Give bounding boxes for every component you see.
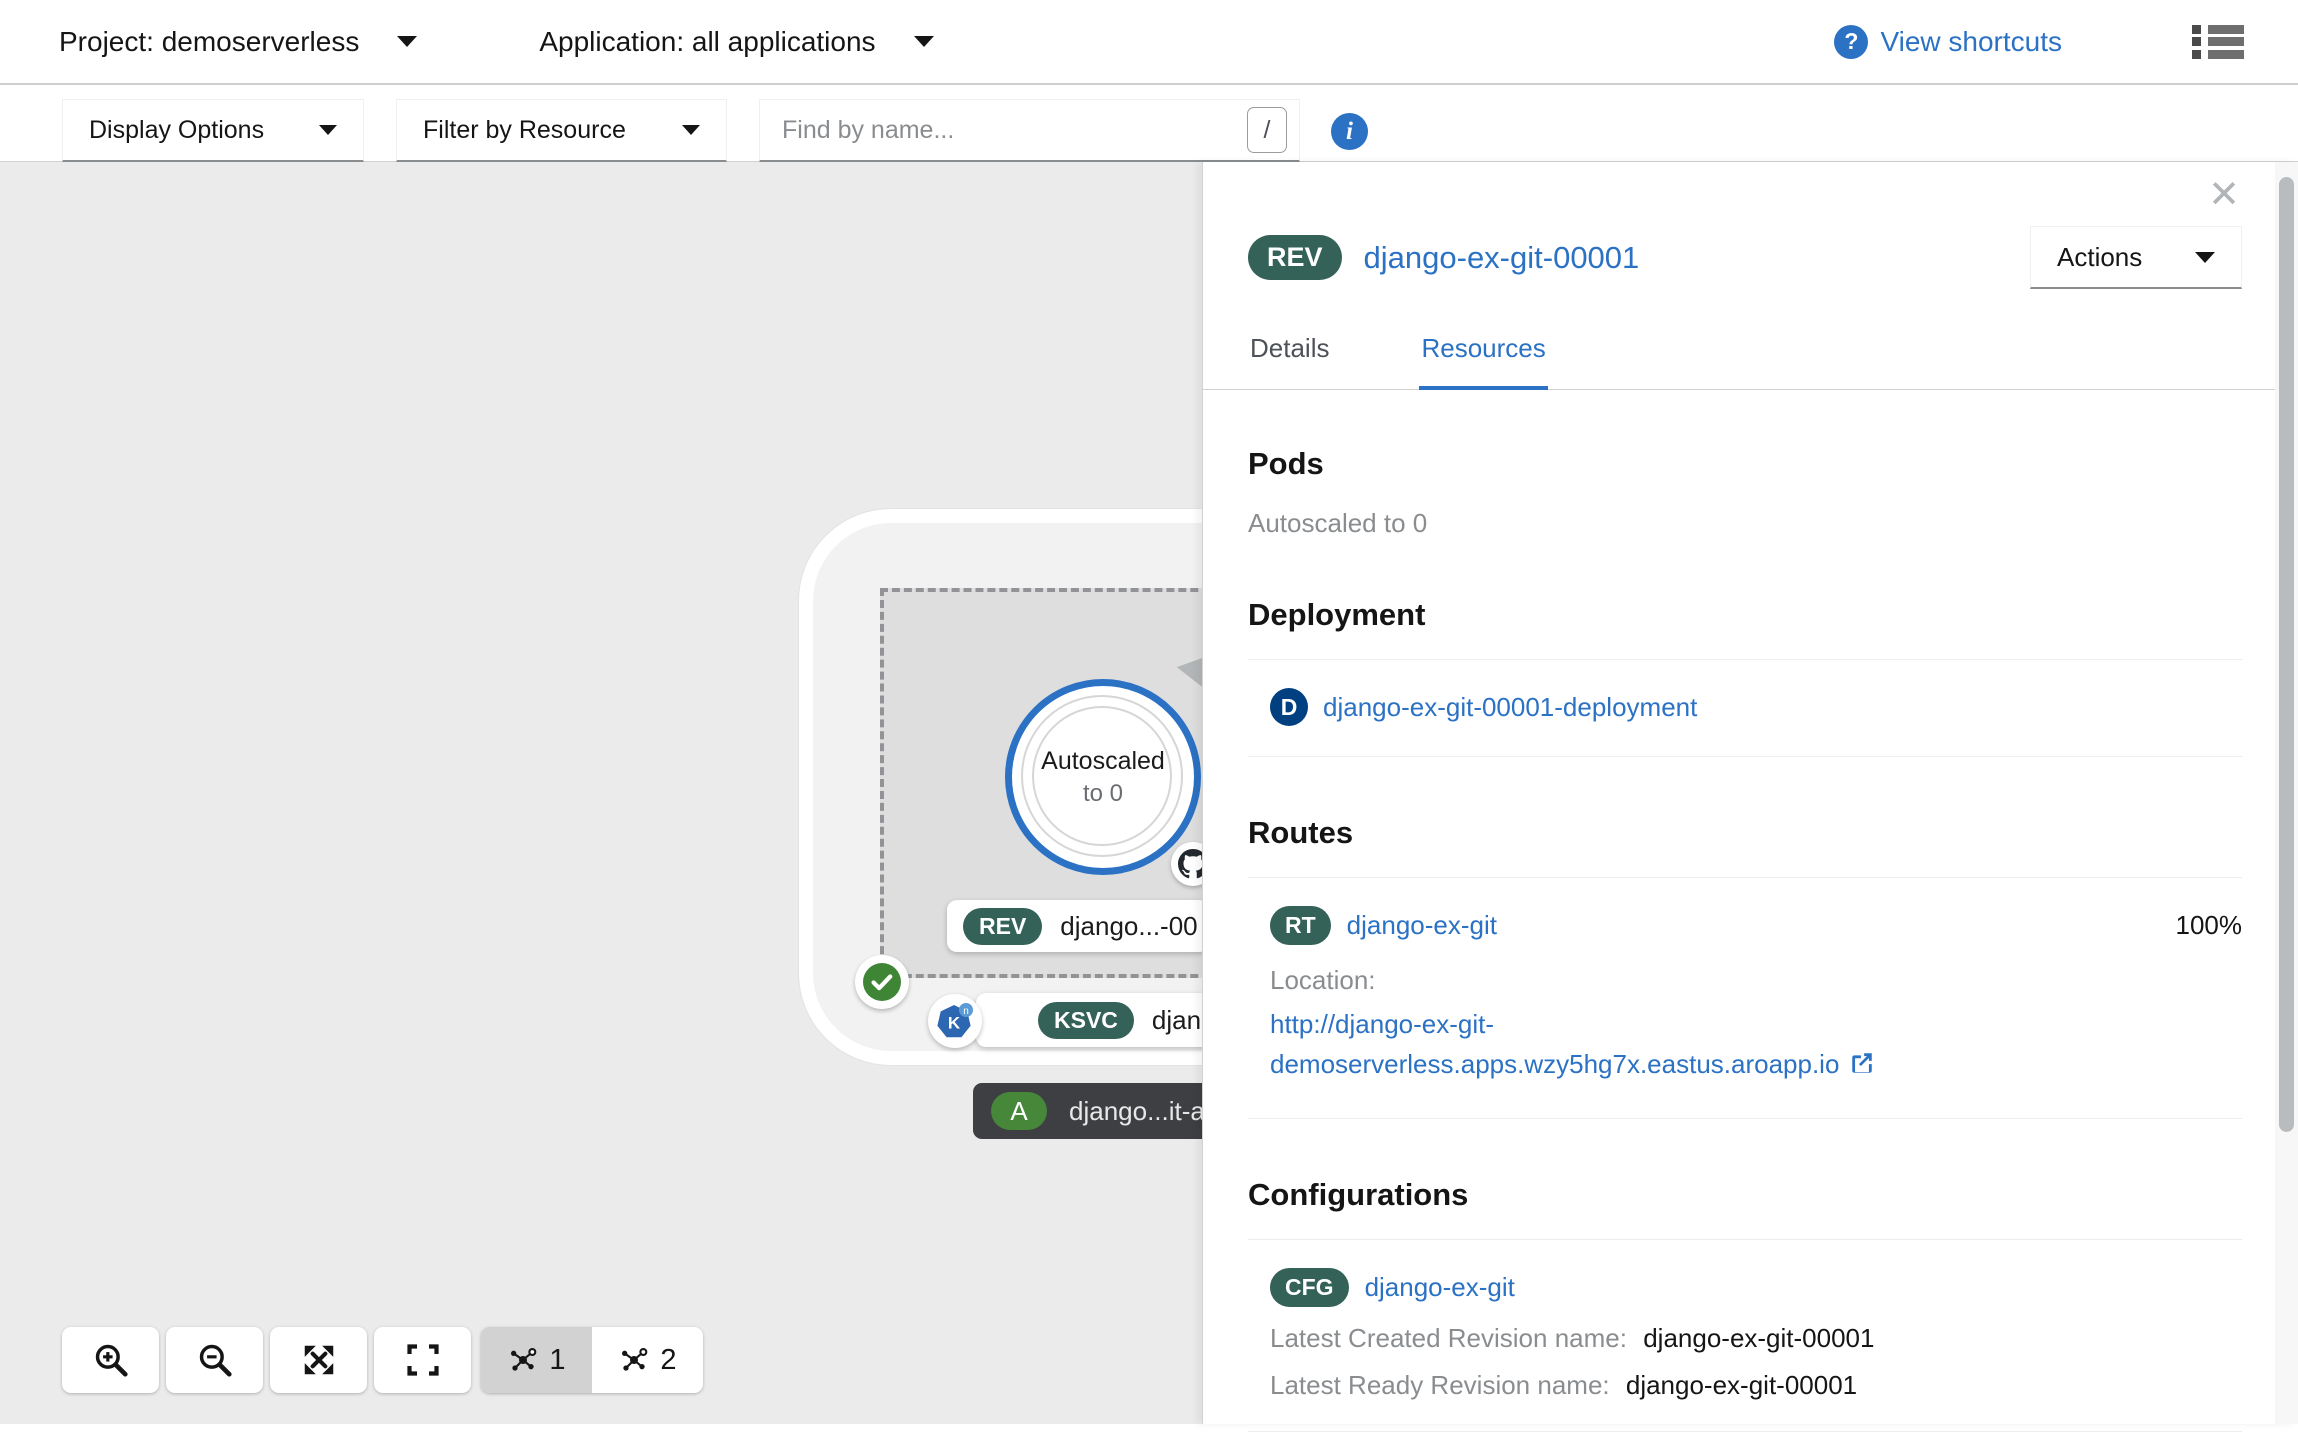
view-shortcuts-link[interactable]: ? View shortcuts: [1834, 24, 2062, 59]
topology-layout-icon: [511, 1347, 537, 1371]
close-icon[interactable]: ✕: [2208, 176, 2240, 214]
latest-ready-revision-label: Latest Ready Revision name:: [1270, 1369, 1610, 1400]
traffic-percentage: 100%: [2175, 910, 2243, 940]
latest-created-revision-label: Latest Created Revision name:: [1270, 1322, 1627, 1353]
application-group-label[interactable]: A django...it-ap: [973, 1083, 1213, 1139]
configurations-heading: Configurations: [1248, 1176, 1469, 1212]
node-status-line2: to 0: [1082, 779, 1123, 807]
project-dropdown[interactable]: Project: demoserverless: [59, 25, 418, 58]
revision-label-text: django...-00: [1060, 910, 1198, 941]
deployment-item: D django-ex-git-00001-deployment: [1248, 659, 2242, 757]
filter-by-resource-label: Filter by Resource: [423, 115, 626, 144]
help-icon: ?: [1834, 24, 1869, 59]
service-node-label[interactable]: KSVC django-ex: [976, 993, 1212, 1047]
search-input[interactable]: [782, 115, 1247, 145]
configuration-link[interactable]: django-ex-git: [1365, 1272, 1515, 1303]
route-url-line2: demoserverless.apps.wzy5hg7x.eastus.aroa…: [1270, 1049, 1840, 1080]
chevron-down-icon: [682, 125, 700, 135]
layout-toggle: 1 2: [481, 1327, 703, 1393]
external-link-icon: [1849, 1047, 1875, 1087]
layout-1-button[interactable]: 1: [481, 1327, 592, 1393]
chevron-down-icon: [397, 36, 418, 47]
configuration-item: CFG django-ex-git Latest Created Revisio…: [1248, 1238, 2242, 1432]
page-title: django-ex-git-00001: [1363, 239, 1640, 275]
deployment-heading: Deployment: [1248, 597, 1426, 632]
fullscreen-button[interactable]: [374, 1327, 471, 1393]
check-circle-icon: [863, 963, 901, 1001]
topology-layout-icon: [622, 1347, 648, 1371]
chevron-down-icon: [913, 36, 934, 47]
view-shortcuts-label: View shortcuts: [1880, 25, 2062, 57]
actions-label: Actions: [2057, 241, 2143, 272]
zoom-out-icon: [199, 1344, 232, 1377]
tab-resources[interactable]: Resources: [1419, 333, 1548, 390]
actions-dropdown[interactable]: Actions: [2030, 226, 2242, 289]
zoom-out-button[interactable]: [166, 1327, 263, 1393]
route-item: RT django-ex-git 100% Location: http://d…: [1248, 877, 2242, 1119]
expand-arrows-icon: [304, 1345, 333, 1375]
display-options-label: Display Options: [89, 115, 265, 144]
tab-details[interactable]: Details: [1248, 333, 1331, 389]
routes-heading: Routes: [1248, 815, 1354, 850]
latest-ready-revision-value: django-ex-git-00001: [1625, 1369, 1858, 1400]
latest-created-revision-value: django-ex-git-00001: [1643, 1322, 1875, 1353]
info-icon[interactable]: i: [1331, 113, 1368, 150]
layout-2-button[interactable]: 2: [592, 1327, 703, 1393]
layout-2-label: 2: [660, 1343, 677, 1376]
chevron-down-icon: [319, 125, 337, 135]
display-options-dropdown[interactable]: Display Options: [62, 99, 364, 162]
filter-by-resource-dropdown[interactable]: Filter by Resource: [396, 99, 727, 162]
list-icon-row: [2192, 37, 2244, 46]
node-status-line1: Autoscaled: [1041, 747, 1165, 776]
knative-logo-decorator[interactable]: K n: [928, 994, 982, 1048]
panel-scrollbar-track: [2275, 162, 2298, 1424]
list-icon-row: [2192, 24, 2244, 34]
knative-n-letter: n: [963, 1006, 969, 1017]
route-url-line1: http://django-ex-git-: [1270, 1009, 1495, 1039]
application-dropdown-label: Application: all applications: [539, 25, 876, 57]
keyboard-shortcut-badge: /: [1247, 107, 1287, 153]
ksvc-badge: KSVC: [1038, 1001, 1134, 1039]
chevron-down-icon: [2195, 251, 2215, 263]
project-dropdown-label: Project: demoserverless: [59, 25, 360, 57]
knative-icon: K n: [937, 1003, 973, 1038]
revision-node[interactable]: Autoscaled to 0: [1005, 679, 1201, 875]
list-icon-row: [2192, 49, 2244, 59]
topology-toolbar: Display Options Filter by Resource / i: [0, 87, 2298, 162]
panel-header: REV django-ex-git-00001 Actions: [1248, 226, 2242, 289]
fit-to-screen-button[interactable]: [270, 1327, 367, 1393]
deployment-link[interactable]: django-ex-git-00001-deployment: [1323, 692, 1697, 723]
node-status-text: Autoscaled to 0: [1041, 745, 1165, 809]
pods-heading: Pods: [1248, 446, 1324, 481]
route-url-link[interactable]: http://django-ex-git- demoserverless.app…: [1270, 1004, 2242, 1088]
fullscreen-brackets-icon: [406, 1344, 439, 1376]
pods-status: Autoscaled to 0: [1248, 508, 1428, 538]
rev-badge: REV: [963, 907, 1043, 945]
list-view-icon[interactable]: [2192, 22, 2244, 62]
cfg-badge: CFG: [1270, 1267, 1349, 1307]
application-label-text: django...it-ap: [1069, 1095, 1213, 1126]
application-dropdown[interactable]: Application: all applications: [539, 25, 934, 58]
application-badge: A: [991, 1092, 1047, 1130]
deployment-icon: D: [1270, 688, 1308, 726]
top-header: Project: demoserverless Application: all…: [0, 0, 2298, 85]
location-label: Location:: [1270, 965, 1376, 995]
zoom-in-icon: [95, 1344, 128, 1377]
panel-tabs: Details Resources: [1203, 333, 2298, 390]
zoom-in-button[interactable]: [62, 1327, 159, 1393]
rev-badge: REV: [1248, 235, 1342, 280]
success-status-decorator: [855, 955, 909, 1009]
layout-1-label: 1: [549, 1343, 566, 1376]
rt-badge: RT: [1270, 906, 1331, 945]
find-by-name-box: /: [759, 99, 1300, 162]
panel-body: Pods Autoscaled to 0 Deployment D django…: [1203, 390, 2298, 1432]
route-link[interactable]: django-ex-git: [1347, 910, 1497, 941]
panel-scrollbar-thumb[interactable]: [2279, 177, 2294, 1132]
knative-k-letter: K: [948, 1014, 961, 1033]
revision-node-label[interactable]: REV django...-00: [947, 900, 1209, 952]
resource-side-panel: ✕ REV django-ex-git-00001 Actions Detail…: [1202, 162, 2298, 1432]
